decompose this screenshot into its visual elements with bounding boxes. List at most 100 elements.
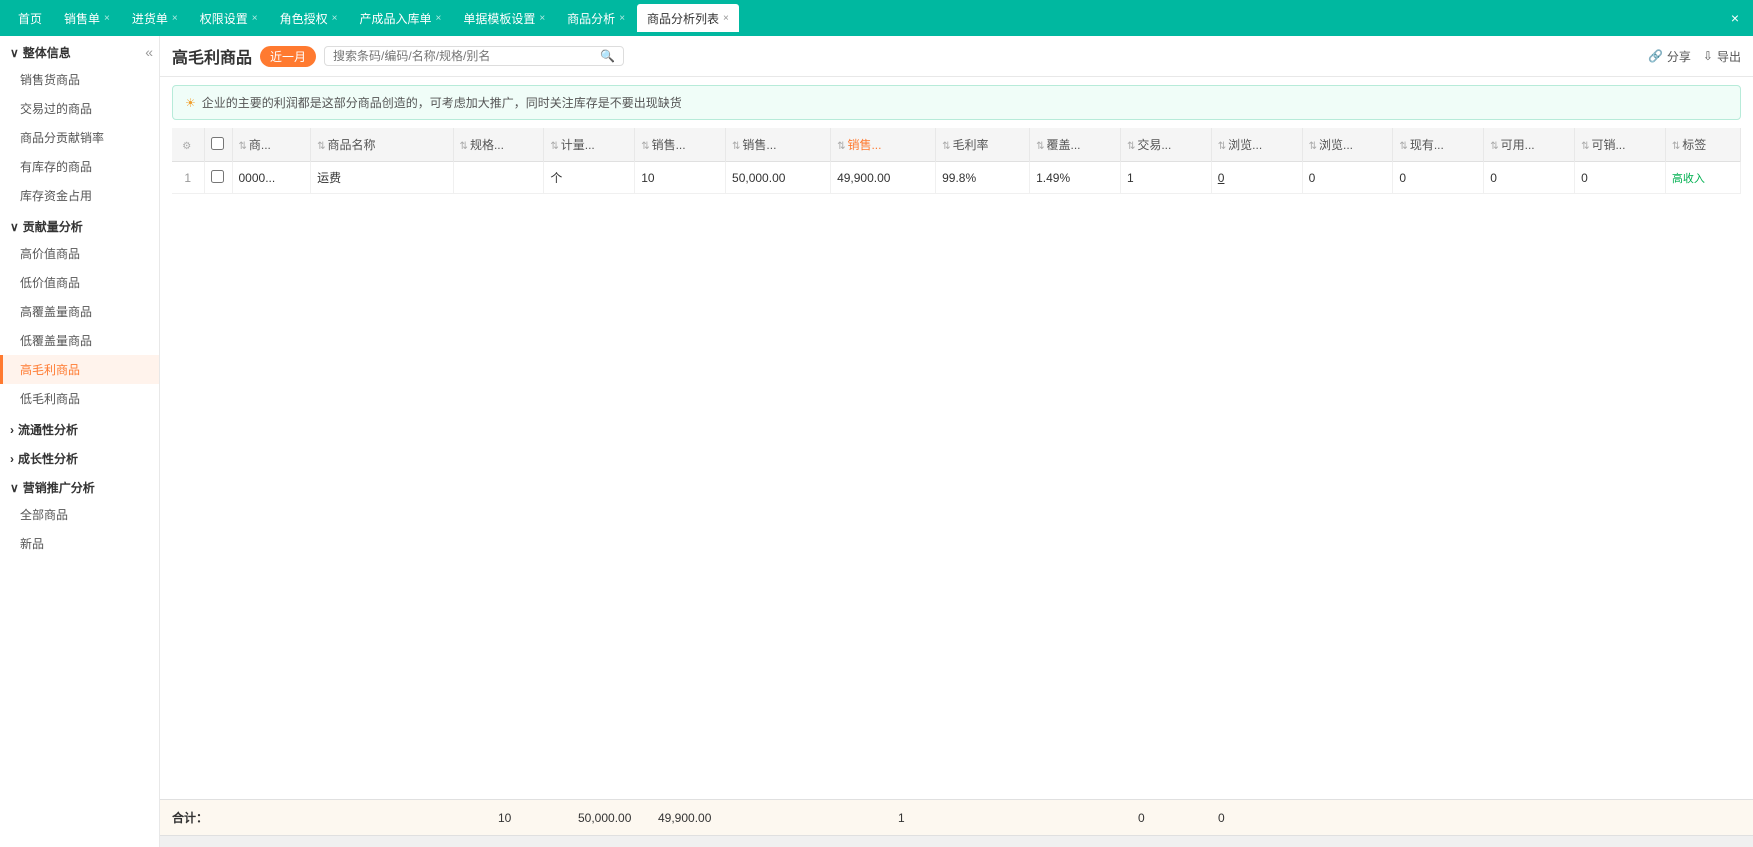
cell-name[interactable]: 运费 bbox=[311, 162, 453, 194]
horizontal-scrollbar[interactable] bbox=[160, 835, 1753, 847]
cell-unit: 个 bbox=[544, 162, 635, 194]
close-icon[interactable]: × bbox=[619, 13, 625, 24]
close-icon[interactable]: × bbox=[435, 13, 441, 24]
close-icon[interactable]: × bbox=[172, 13, 178, 24]
sidebar-item-high-value[interactable]: 高价值商品 bbox=[0, 239, 159, 268]
total-spacer-2 bbox=[732, 811, 892, 825]
col-browse1[interactable]: ⇅浏览... bbox=[1211, 128, 1302, 162]
sidebar-collapse-button[interactable]: « bbox=[145, 44, 153, 60]
col-gross-margin[interactable]: ⇅毛利率 bbox=[936, 128, 1030, 162]
chevron-down-icon: ∨ bbox=[10, 46, 19, 60]
total-cells: 10 50,000.00 49,900.00 1 0 0 bbox=[252, 811, 1741, 825]
share-button[interactable]: 🔗 分享 bbox=[1648, 48, 1691, 65]
chevron-down-icon: ∨ bbox=[10, 481, 19, 495]
col-saleable[interactable]: ⇅可销... bbox=[1575, 128, 1666, 162]
sidebar-item-low-value[interactable]: 低价值商品 bbox=[0, 268, 159, 297]
sidebar-group-liquidity[interactable]: › 流通性分析 bbox=[0, 413, 159, 442]
cell-available: 0 bbox=[1484, 162, 1575, 194]
search-icon[interactable]: 🔍 bbox=[600, 49, 615, 63]
alert-banner: ☀ 企业的主要的利润都是这部分商品创造的，可考虑加大推广，同时关注库存是不要出现… bbox=[172, 85, 1741, 120]
col-stock-now[interactable]: ⇅现有... bbox=[1393, 128, 1484, 162]
cell-sales-qty: 10 bbox=[635, 162, 726, 194]
cell-coverage: 1.49% bbox=[1030, 162, 1121, 194]
cell-browse2: 0 bbox=[1302, 162, 1393, 194]
data-table-wrapper: ⚙ ⇅商... ⇅商品名称 ⇅规格... ⇅计量... ⇅销售... ⇅销售..… bbox=[172, 128, 1741, 799]
total-sales-cost: 49,900.00 bbox=[652, 811, 732, 825]
sidebar-item-high-margin[interactable]: 高毛利商品 bbox=[0, 355, 159, 384]
col-sales-cost[interactable]: ⇅销售... bbox=[831, 128, 936, 162]
cell-saleable: 0 bbox=[1575, 162, 1666, 194]
export-button[interactable]: ⇩ 导出 bbox=[1703, 48, 1741, 65]
total-trade: 1 bbox=[892, 811, 972, 825]
cell-check[interactable] bbox=[204, 162, 232, 194]
top-nav: 首页 销售单 × 进货单 × 权限设置 × 角色授权 × 产成品入库单 × 单据… bbox=[0, 0, 1753, 36]
close-icon[interactable]: × bbox=[104, 13, 110, 24]
sidebar-item-all-goods[interactable]: 全部商品 bbox=[0, 500, 159, 529]
total-spacer-3 bbox=[972, 811, 1052, 825]
nav-tab-home[interactable]: 首页 bbox=[8, 4, 52, 32]
sidebar-item-contribution-rate[interactable]: 商品分贡献销率 bbox=[0, 123, 159, 152]
share-icon: 🔗 bbox=[1648, 49, 1663, 63]
sidebar-item-capital-occupied[interactable]: 库存资金占用 bbox=[0, 181, 159, 210]
col-sales-amt[interactable]: ⇅销售... bbox=[726, 128, 831, 162]
col-tag[interactable]: ⇅标签 bbox=[1665, 128, 1740, 162]
sidebar-group-marketing[interactable]: ∨ 营销推广分析 bbox=[0, 471, 159, 500]
cell-code: 0000... bbox=[232, 162, 311, 194]
header-actions: 🔗 分享 ⇩ 导出 bbox=[1648, 48, 1741, 65]
col-index: ⚙ bbox=[172, 128, 204, 162]
col-name[interactable]: ⇅商品名称 bbox=[311, 128, 453, 162]
sidebar-item-sales-goods[interactable]: 销售货商品 bbox=[0, 65, 159, 94]
nav-tab-permissions[interactable]: 权限设置 × bbox=[190, 4, 268, 32]
sidebar-item-new-goods[interactable]: 新品 bbox=[0, 529, 159, 558]
search-box: 🔍 bbox=[324, 46, 624, 66]
total-spacer-4 bbox=[1052, 811, 1132, 825]
table-header-row: ⚙ ⇅商... ⇅商品名称 ⇅规格... ⇅计量... ⇅销售... ⇅销售..… bbox=[172, 128, 1741, 162]
close-icon[interactable]: × bbox=[332, 13, 338, 24]
close-icon[interactable]: × bbox=[723, 13, 729, 24]
nav-tab-finished-goods[interactable]: 产成品入库单 × bbox=[349, 4, 451, 32]
sidebar-item-low-margin[interactable]: 低毛利商品 bbox=[0, 384, 159, 413]
total-sales-amt: 50,000.00 bbox=[572, 811, 652, 825]
search-input[interactable] bbox=[333, 49, 600, 63]
col-check[interactable] bbox=[204, 128, 232, 162]
sidebar-group-overall[interactable]: ∨ 整体信息 bbox=[0, 36, 159, 65]
col-coverage[interactable]: ⇅覆盖... bbox=[1030, 128, 1121, 162]
nav-tab-roles[interactable]: 角色授权 × bbox=[270, 4, 348, 32]
col-available[interactable]: ⇅可用... bbox=[1484, 128, 1575, 162]
sidebar-item-in-stock-goods[interactable]: 有库存的商品 bbox=[0, 152, 159, 181]
sidebar-group-growth[interactable]: › 成长性分析 bbox=[0, 442, 159, 471]
sidebar-item-traded-goods[interactable]: 交易过的商品 bbox=[0, 94, 159, 123]
cell-browse1[interactable]: 0 bbox=[1211, 162, 1302, 194]
col-sales-qty[interactable]: ⇅销售... bbox=[635, 128, 726, 162]
cell-trade: 1 bbox=[1120, 162, 1211, 194]
cell-gross-margin: 99.8% bbox=[936, 162, 1030, 194]
col-spec[interactable]: ⇅规格... bbox=[453, 128, 544, 162]
select-all-checkbox[interactable] bbox=[211, 137, 224, 150]
total-stock-now: 0 bbox=[1132, 811, 1212, 825]
col-code[interactable]: ⇅商... bbox=[232, 128, 311, 162]
nav-tab-purchase[interactable]: 进货单 × bbox=[122, 4, 188, 32]
data-table: ⚙ ⇅商... ⇅商品名称 ⇅规格... ⇅计量... ⇅销售... ⇅销售..… bbox=[172, 128, 1741, 194]
alert-icon: ☀ bbox=[185, 96, 196, 110]
total-label: 合计： bbox=[172, 809, 252, 826]
cell-tag: 高收入 bbox=[1665, 162, 1740, 194]
col-trade[interactable]: ⇅交易... bbox=[1120, 128, 1211, 162]
close-icon[interactable]: × bbox=[539, 13, 545, 24]
sidebar-item-high-coverage[interactable]: 高覆盖量商品 bbox=[0, 297, 159, 326]
total-spacer-1 bbox=[252, 811, 492, 825]
col-browse2[interactable]: ⇅浏览... bbox=[1302, 128, 1393, 162]
page-title: 高毛利商品 bbox=[172, 44, 252, 68]
sidebar-group-contribution[interactable]: ∨ 贡献量分析 bbox=[0, 210, 159, 239]
filter-recent-month-button[interactable]: 近一月 bbox=[260, 46, 316, 67]
nav-close-all-button[interactable]: × bbox=[1725, 8, 1745, 28]
chevron-down-icon: ∨ bbox=[10, 220, 19, 234]
sidebar-item-low-coverage[interactable]: 低覆盖量商品 bbox=[0, 326, 159, 355]
col-unit[interactable]: ⇅计量... bbox=[544, 128, 635, 162]
cell-sales-cost: 49,900.00 bbox=[831, 162, 936, 194]
nav-tab-analysis[interactable]: 商品分析 × bbox=[557, 4, 635, 32]
close-icon[interactable]: × bbox=[252, 13, 258, 24]
nav-tab-sales[interactable]: 销售单 × bbox=[54, 4, 120, 32]
row-checkbox[interactable] bbox=[211, 170, 224, 183]
nav-tab-analysis-list[interactable]: 商品分析列表 × bbox=[637, 4, 739, 32]
nav-tab-template[interactable]: 单据模板设置 × bbox=[453, 4, 555, 32]
